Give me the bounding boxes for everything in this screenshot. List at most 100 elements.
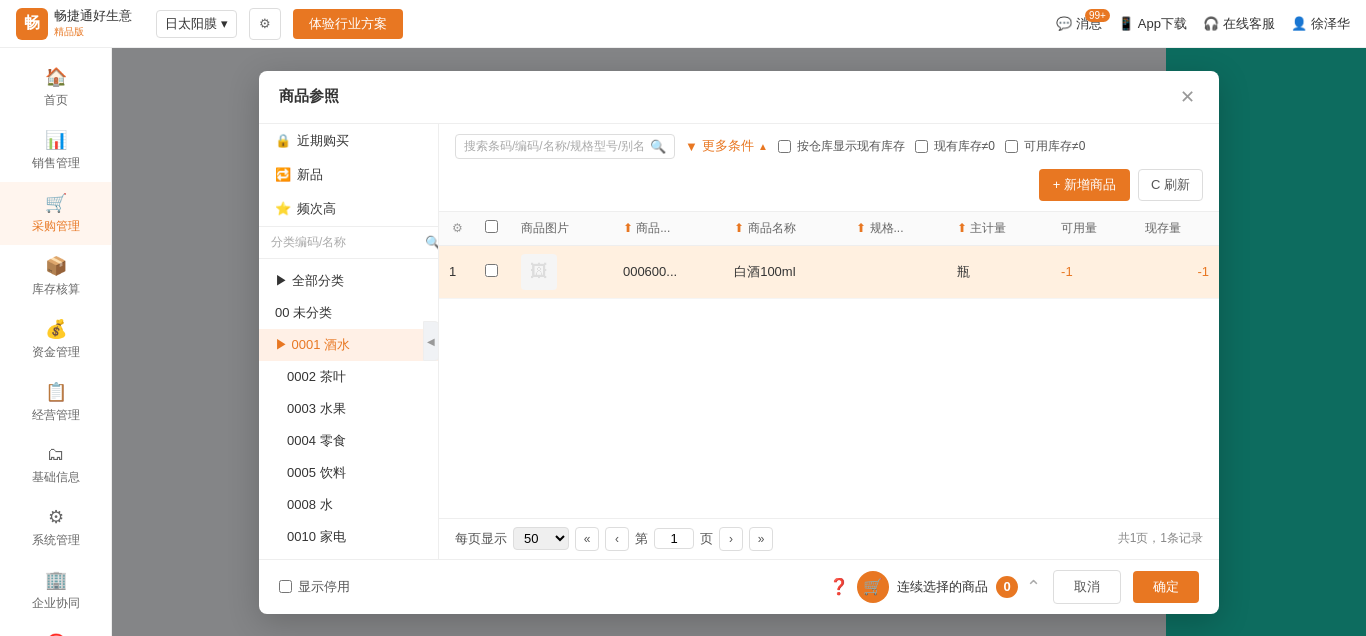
filter-icon: ▼ bbox=[685, 139, 698, 154]
sidebar-item-inventory[interactable]: 📦 库存核算 bbox=[0, 245, 111, 308]
sidebar-item-basic-info[interactable]: 🗂 基础信息 bbox=[0, 434, 111, 496]
column-settings-icon[interactable]: ⚙ bbox=[452, 221, 463, 235]
search-icon: 🔍 bbox=[650, 139, 666, 154]
nav-selector[interactable]: 日太阳膜 ▾ bbox=[156, 10, 237, 38]
cat-item-tea[interactable]: 0002 茶叶 bbox=[259, 361, 438, 393]
phone-icon: 📱 bbox=[1118, 16, 1134, 31]
messages-badge: 99+ bbox=[1085, 9, 1110, 22]
confirm-button[interactable]: 确定 bbox=[1133, 571, 1199, 603]
app-download-button[interactable]: 📱 App下载 bbox=[1118, 15, 1187, 33]
per-page-select[interactable]: 50 20 100 bbox=[513, 527, 569, 550]
cat-item-all[interactable]: ▶ 全部分类 bbox=[259, 265, 438, 297]
sidebar-item-enterprise[interactable]: 🏢 企业协同 bbox=[0, 559, 111, 622]
cat-item-water[interactable]: 0008 水 bbox=[259, 489, 438, 521]
th-image: 商品图片 bbox=[511, 212, 613, 246]
sidebar-item-guide[interactable]: 🎯 新手引导 bbox=[0, 622, 111, 636]
td-index: 1 bbox=[439, 245, 475, 298]
th-checkbox bbox=[475, 212, 511, 246]
warehouse-stock-filter[interactable]: 按仓库显示现有库存 bbox=[778, 138, 905, 155]
row-checkbox[interactable] bbox=[485, 264, 498, 277]
pagination-bar: 每页显示 50 20 100 « ‹ 第 页 › bbox=[439, 518, 1219, 559]
user-menu[interactable]: 👤 徐泽华 bbox=[1291, 15, 1350, 33]
modal-footer: 显示停用 ❓ 🛒 连续选择的商品 0 ⌃ 取消 确定 bbox=[259, 559, 1219, 614]
show-disabled-checkbox[interactable] bbox=[279, 580, 292, 593]
more-filters-button[interactable]: ▼ 更多条件 ▲ bbox=[685, 137, 768, 155]
table-row[interactable]: 1 🖼 00 bbox=[439, 245, 1219, 298]
modal-product-ref: 商品参照 ✕ 🔒 近期购买 🔁 bbox=[259, 71, 1219, 614]
message-icon: 💬 bbox=[1056, 16, 1072, 31]
inventory-icon: 📦 bbox=[45, 255, 67, 277]
modal-title: 商品参照 bbox=[279, 87, 339, 106]
cancel-button[interactable]: 取消 bbox=[1053, 570, 1121, 604]
product-image: 🖼 bbox=[521, 254, 557, 290]
basic-info-icon: 🗂 bbox=[47, 444, 65, 465]
refresh-button[interactable]: C 刷新 bbox=[1138, 169, 1203, 201]
avatar: 👤 bbox=[1291, 16, 1307, 31]
sort-icon: ⬆ bbox=[623, 221, 633, 235]
product-table: ⚙ 商品图片 bbox=[439, 212, 1219, 299]
purchase-icon: 🛒 bbox=[45, 192, 67, 214]
available-nonzero-filter[interactable]: 可用库存≠0 bbox=[1005, 138, 1085, 155]
select-all-checkbox[interactable] bbox=[485, 220, 498, 233]
cart-count-badge: 0 bbox=[996, 576, 1018, 598]
help-icon[interactable]: ❓ bbox=[829, 577, 849, 596]
td-unit: 瓶 bbox=[947, 245, 1051, 298]
operations-icon: 📋 bbox=[45, 381, 67, 403]
messages-button[interactable]: 💬 消息 99+ bbox=[1056, 15, 1102, 33]
industry-solution-button[interactable]: 体验行业方案 bbox=[293, 9, 403, 39]
modal-close-button[interactable]: ✕ bbox=[1175, 85, 1199, 109]
td-image: 🖼 bbox=[511, 245, 613, 298]
cat-item-beverage[interactable]: 0005 饮料 bbox=[259, 457, 438, 489]
collapse-panel-button[interactable]: ◀ bbox=[423, 321, 439, 361]
product-search-input[interactable] bbox=[464, 139, 644, 153]
page-info: 共1页，1条记录 bbox=[1118, 530, 1203, 547]
next-page-button[interactable]: › bbox=[719, 527, 743, 551]
sidebar-item-purchase[interactable]: 🛒 采购管理 bbox=[0, 182, 111, 245]
quick-list: 🔒 近期购买 🔁 新品 ⭐ 频次高 bbox=[259, 124, 438, 227]
sidebar-item-finance[interactable]: 💰 资金管理 bbox=[0, 308, 111, 371]
sidebar-item-sales[interactable]: 📊 销售管理 bbox=[0, 119, 111, 182]
nav-right: 💬 消息 99+ 📱 App下载 🎧 在线客服 👤 徐泽华 bbox=[1056, 15, 1350, 33]
page-number-input[interactable] bbox=[654, 528, 694, 549]
quick-item-frequent[interactable]: ⭐ 频次高 bbox=[259, 192, 438, 226]
quick-item-new[interactable]: 🔁 新品 bbox=[259, 158, 438, 192]
cat-item-appliance[interactable]: 0010 家电 bbox=[259, 521, 438, 553]
stock-nonzero-filter[interactable]: 现有库存≠0 bbox=[915, 138, 995, 155]
cat-item-liquor[interactable]: ▶ 0001 酒水 bbox=[259, 329, 438, 361]
stock-nonzero-checkbox[interactable] bbox=[915, 140, 928, 153]
show-disabled-label[interactable]: 显示停用 bbox=[279, 578, 350, 596]
th-unit: ⬆ 主计量 bbox=[947, 212, 1051, 246]
sidebar-item-system[interactable]: ⚙ 系统管理 bbox=[0, 496, 111, 559]
add-product-button[interactable]: + 新增商品 bbox=[1039, 169, 1130, 201]
th-stock: 现存量 bbox=[1135, 212, 1219, 246]
quick-item-recent[interactable]: 🔒 近期购买 bbox=[259, 124, 438, 158]
warehouse-stock-checkbox[interactable] bbox=[778, 140, 791, 153]
filter-buttons: + 新增商品 C 刷新 bbox=[1039, 169, 1203, 201]
product-search-box: 🔍 bbox=[455, 134, 675, 159]
headset-icon: 🎧 bbox=[1203, 16, 1219, 31]
enterprise-icon: 🏢 bbox=[45, 569, 67, 591]
chevron-down-icon: ▾ bbox=[221, 16, 228, 31]
cat-item-uncategorized[interactable]: 00 未分类 bbox=[259, 297, 438, 329]
cart-collapse-button[interactable]: ⌃ bbox=[1026, 576, 1041, 598]
sidebar-item-home[interactable]: 🏠 首页 bbox=[0, 56, 111, 119]
gear-button[interactable]: ⚙ bbox=[249, 8, 281, 40]
filter-bar: 🔍 ▼ 更多条件 ▲ 按仓库显示现有库存 bbox=[439, 124, 1219, 212]
logo-icon: 畅 bbox=[16, 8, 48, 40]
td-spec bbox=[846, 245, 947, 298]
finance-icon: 💰 bbox=[45, 318, 67, 340]
prev-page-button[interactable]: ‹ bbox=[605, 527, 629, 551]
search-icon: 🔍 bbox=[425, 235, 439, 250]
online-service-button[interactable]: 🎧 在线客服 bbox=[1203, 15, 1275, 33]
cat-item-snack[interactable]: 0004 零食 bbox=[259, 425, 438, 457]
category-tree: ▶ 全部分类 00 未分类 ▶ 0001 酒水 0002 茶叶 bbox=[259, 259, 438, 559]
sidebar-item-operations[interactable]: 📋 经营管理 bbox=[0, 371, 111, 434]
category-search-input[interactable] bbox=[271, 235, 421, 249]
td-checkbox bbox=[475, 245, 511, 298]
last-page-button[interactable]: » bbox=[749, 527, 773, 551]
cat-item-fruit[interactable]: 0003 水果 bbox=[259, 393, 438, 425]
cart-icon[interactable]: 🛒 bbox=[857, 571, 889, 603]
first-page-button[interactable]: « bbox=[575, 527, 599, 551]
available-nonzero-checkbox[interactable] bbox=[1005, 140, 1018, 153]
content-area: 商品参照 ✕ 🔒 近期购买 🔁 bbox=[112, 48, 1366, 636]
